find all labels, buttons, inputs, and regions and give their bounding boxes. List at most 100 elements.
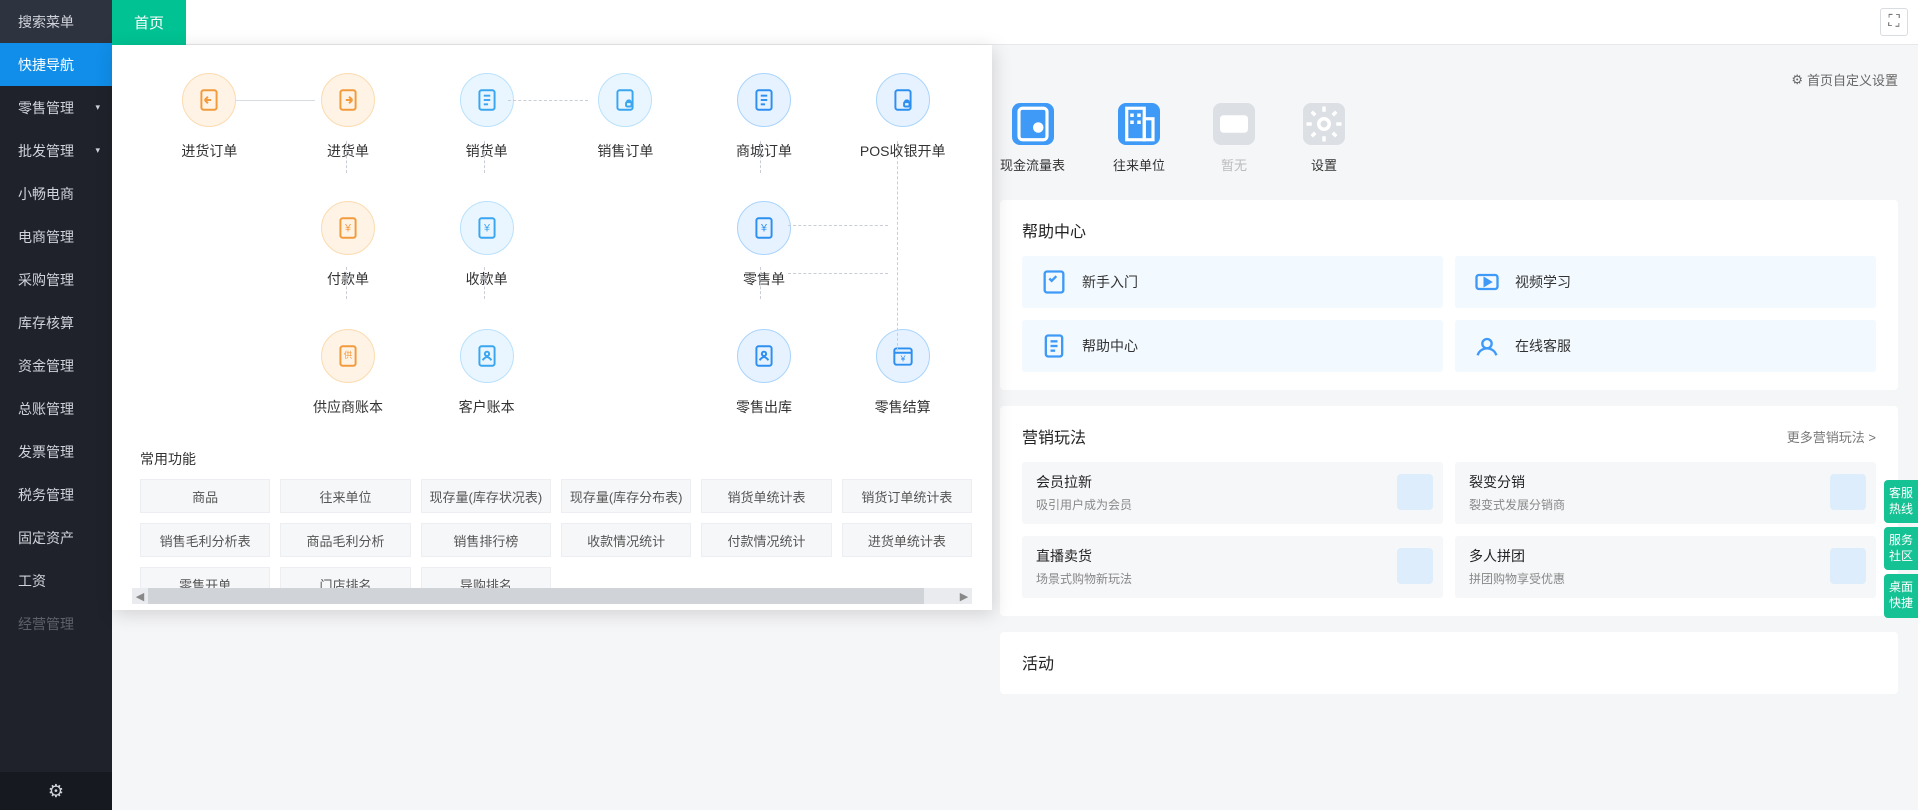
help-item-chat[interactable]: 在线客服 [1455, 320, 1876, 372]
sidebar-item-salary[interactable]: 工资 [0, 559, 112, 602]
flow-label: 收款单 [466, 269, 508, 289]
sidebar-item-tax[interactable]: 税务管理 [0, 473, 112, 516]
sidebar-item-ledger[interactable]: 总账管理 [0, 387, 112, 430]
sidebar-item-quicknav[interactable]: 快捷导航 [0, 43, 112, 86]
common-btn[interactable]: 销货单统计表 [701, 479, 831, 513]
marketing-thumb [1397, 548, 1433, 584]
flow-customer-ledger[interactable]: 客户账本 [417, 329, 556, 445]
sidebar-item-funds[interactable]: 资金管理 [0, 344, 112, 387]
float-community[interactable]: 服务社区 [1884, 527, 1918, 570]
common-btn[interactable]: 现存量(库存分布表) [561, 479, 691, 513]
quick-tile-settings[interactable]: 设置 [1303, 103, 1345, 174]
marketing-item[interactable]: 直播卖货场景式购物新玩法 [1022, 536, 1443, 598]
flow-supplier-ledger[interactable]: 供供应商账本 [279, 329, 418, 445]
flow-receipt[interactable]: ¥收款单 [417, 201, 556, 317]
quick-tile-contacts[interactable]: 往来单位 [1113, 103, 1165, 174]
marketing-item[interactable]: 会员拉新吸引用户成为会员 [1022, 462, 1443, 524]
flow-payment[interactable]: ¥付款单 [279, 201, 418, 317]
flyout-scrollbar[interactable]: ◀ ▶ [132, 588, 972, 604]
help-item-beginner[interactable]: 新手入门 [1022, 256, 1443, 308]
quick-tile-label: 往来单位 [1113, 155, 1165, 174]
sidebar-item-ecom2[interactable]: 电商管理 [0, 215, 112, 258]
flow-label: 商城订单 [736, 141, 792, 161]
topbar: 首页 ⛶ [112, 0, 1918, 45]
sidebar-item-label: 发票管理 [18, 442, 74, 462]
common-btn[interactable]: 销售排行榜 [421, 523, 551, 557]
common-btn[interactable]: 收款情况统计 [561, 523, 691, 557]
flow-sales-bill[interactable]: 销货单 [417, 73, 556, 189]
activity-card: 活动 [1000, 632, 1898, 694]
flow-label: 零售结算 [875, 397, 931, 417]
tab-home[interactable]: 首页 [112, 0, 186, 45]
flow-label: 供应商账本 [313, 397, 383, 417]
help-item-video[interactable]: 视频学习 [1455, 256, 1876, 308]
quick-tile-cashflow[interactable]: 现金流量表 [1000, 103, 1065, 174]
flow-label: 销货单 [466, 141, 508, 161]
scroll-right-button[interactable]: ▶ [956, 588, 972, 604]
flow-purchase-bill[interactable]: 进货单 [279, 73, 418, 189]
common-functions-title: 常用功能 [140, 449, 972, 469]
sidebar-item-business[interactable]: 经营管理 [0, 602, 112, 645]
document-out-icon [321, 73, 375, 127]
flow-mall-order[interactable]: 商城订单 [695, 73, 834, 189]
supplier-icon: 供 [321, 329, 375, 383]
marketing-thumb [1830, 548, 1866, 584]
marketing-item-title: 裂变分销 [1469, 472, 1862, 492]
scroll-track[interactable] [148, 588, 956, 604]
sidebar-item-assets[interactable]: 固定资产 [0, 516, 112, 559]
sidebar-item-wholesale[interactable]: 批发管理 ▾ [0, 129, 112, 172]
flow-label: 进货订单 [181, 141, 237, 161]
common-btn[interactable]: 销货订单统计表 [842, 479, 972, 513]
chevron-down-icon: ▾ [95, 145, 100, 156]
marketing-thumb [1830, 474, 1866, 510]
marketing-item[interactable]: 多人拼团拼团购物享受优惠 [1455, 536, 1876, 598]
flow-retail-settle[interactable]: ¥ 零售结算 [833, 329, 972, 445]
flow-retail-bill[interactable]: ¥零售单 [695, 201, 834, 317]
home-customize-link[interactable]: ⚙ 首页自定义设置 [1000, 70, 1898, 89]
flow-label: 零售单 [743, 269, 785, 289]
flow-pos[interactable]: POS收银开单 [833, 73, 972, 189]
sidebar: 搜索菜单 快捷导航 零售管理▾ 批发管理 ▾ 小畅电商 电商管理 采购管理 库存核… [0, 0, 112, 810]
sidebar-item-invoice[interactable]: 发票管理 [0, 430, 112, 473]
quick-tile-label: 设置 [1311, 155, 1337, 174]
flow-label: 零售出库 [736, 397, 792, 417]
sidebar-item-ecom1[interactable]: 小畅电商 [0, 172, 112, 215]
common-btn[interactable]: 销售毛利分析表 [140, 523, 270, 557]
flow-sales-order[interactable]: 销售订单 [556, 73, 695, 189]
svg-text:¥: ¥ [899, 353, 905, 363]
common-btn[interactable]: 付款情况统计 [701, 523, 831, 557]
common-btn[interactable]: 往来单位 [280, 479, 410, 513]
sidebar-item-label: 工资 [18, 571, 46, 591]
marketing-item-title: 会员拉新 [1036, 472, 1429, 492]
gear-icon: ⚙ [1791, 72, 1803, 88]
float-stack: 客服热线 服务社区 桌面快捷 [1884, 480, 1918, 618]
common-btn[interactable]: 商品 [140, 479, 270, 513]
fullscreen-button[interactable]: ⛶ [1880, 8, 1908, 36]
common-btn[interactable]: 商品毛利分析 [280, 523, 410, 557]
float-hotline[interactable]: 客服热线 [1884, 480, 1918, 523]
sidebar-item-label: 批发管理 [18, 141, 74, 161]
scroll-left-button[interactable]: ◀ [132, 588, 148, 604]
marketing-more-link[interactable]: 更多营销玩法 > [1787, 427, 1876, 446]
sidebar-item-label: 资金管理 [18, 356, 74, 376]
sidebar-item-purchase[interactable]: 采购管理 [0, 258, 112, 301]
sidebar-search[interactable]: 搜索菜单 [0, 0, 112, 43]
sidebar-item-inventory[interactable]: 库存核算 [0, 301, 112, 344]
flow-purchase-order[interactable]: 进货订单 [140, 73, 279, 189]
quick-tile-empty[interactable]: 暂无 [1213, 103, 1255, 174]
common-btn[interactable]: 进货单统计表 [842, 523, 972, 557]
float-desktop[interactable]: 桌面快捷 [1884, 574, 1918, 617]
marketing-item[interactable]: 裂变分销裂变式发展分销商 [1455, 462, 1876, 524]
quick-tile-label: 现金流量表 [1000, 155, 1065, 174]
gear-icon: ⚙ [48, 781, 64, 802]
flow-label: 客户账本 [459, 397, 515, 417]
sidebar-item-retail[interactable]: 零售管理▾ [0, 86, 112, 129]
quicknav-flyout: 进货订单 进货单 销货单 销售订单 商城订单 POS收银开单 ¥付款单 ¥收款单… [112, 45, 992, 610]
help-item-label: 新手入门 [1082, 272, 1138, 292]
help-item-center[interactable]: 帮助中心 [1022, 320, 1443, 372]
sidebar-settings[interactable]: ⚙ [0, 772, 112, 810]
sidebar-item-label: 经营管理 [18, 614, 74, 634]
flow-retail-out[interactable]: 零售出库 [695, 329, 834, 445]
scroll-thumb[interactable] [148, 588, 924, 604]
common-btn[interactable]: 现存量(库存状况表) [421, 479, 551, 513]
